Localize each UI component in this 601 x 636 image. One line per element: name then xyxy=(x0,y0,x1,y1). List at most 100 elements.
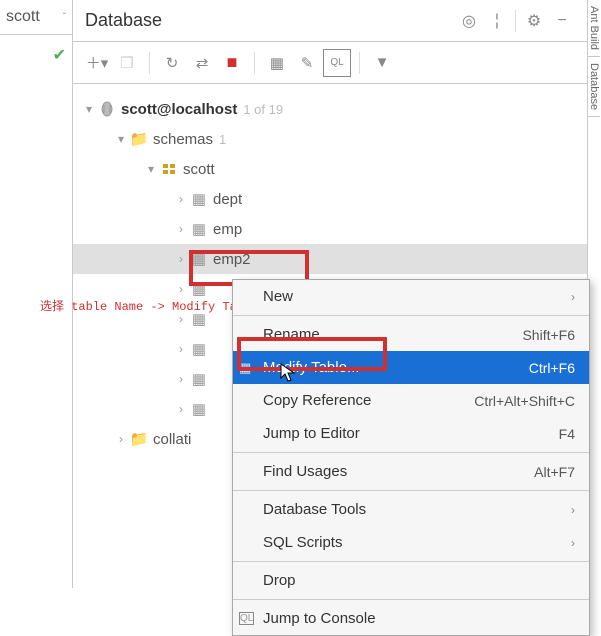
chevron-right-icon: › xyxy=(173,252,189,266)
collations-label: collati xyxy=(153,431,191,448)
chevron-right-icon: › xyxy=(113,432,129,446)
folder-icon: 📁 xyxy=(129,430,149,448)
schema-label: scott xyxy=(183,161,215,178)
copy-icon[interactable]: ❐ xyxy=(113,49,141,77)
menu-label: Drop xyxy=(263,572,296,589)
menu-shortcut: Shift+F6 xyxy=(522,327,575,343)
chevron-right-icon: › xyxy=(173,342,189,356)
datasource-label: scott@localhost xyxy=(121,101,237,118)
add-button[interactable]: ＋▾ xyxy=(83,49,111,77)
separator xyxy=(233,490,589,491)
menu-shortcut: Alt+F7 xyxy=(534,464,575,480)
separator xyxy=(233,561,589,562)
toolbar: ＋▾ ❐ ↻ ⇄ ■ ▦ ✎ QL ▼ xyxy=(73,42,588,84)
menu-rename[interactable]: Rename... Shift+F6 xyxy=(233,318,589,351)
chevron-right-icon: › xyxy=(173,312,189,326)
left-tab-scott[interactable]: scott ˇ xyxy=(0,0,72,35)
context-menu: New › Rename... Shift+F6 ▦ Modify Table.… xyxy=(232,279,590,636)
gear-icon[interactable]: ⚙ xyxy=(520,7,548,35)
submenu-arrow-icon: › xyxy=(571,503,575,517)
submenu-arrow-icon: › xyxy=(571,536,575,550)
panel-title: Database xyxy=(85,10,455,31)
table-icon: ▦ xyxy=(189,190,209,208)
menu-drop[interactable]: Drop xyxy=(233,564,589,597)
table-label: emp2 xyxy=(213,251,251,268)
menu-label: Rename... xyxy=(263,326,332,343)
chevron-down-icon: ˇ xyxy=(63,12,66,23)
annotation-text: 选择 table Name -> Modify Table xyxy=(40,297,258,314)
sql-icon[interactable]: QL xyxy=(323,49,351,77)
chevron-right-icon: › xyxy=(173,222,189,236)
chevron-right-icon: › xyxy=(173,282,189,296)
schema-icon xyxy=(159,161,179,177)
table-icon: ▦ xyxy=(239,360,251,376)
vtab-1[interactable]: Ant Build xyxy=(588,0,600,57)
separator xyxy=(233,599,589,600)
menu-shortcut: Ctrl+F6 xyxy=(529,360,575,376)
chevron-right-icon: › xyxy=(173,192,189,206)
menu-find-usages[interactable]: Find Usages Alt+F7 xyxy=(233,455,589,488)
menu-label: Copy Reference xyxy=(263,392,371,409)
split-icon[interactable]: ¦ xyxy=(483,7,511,35)
tree-schema-scott[interactable]: ▾ scott xyxy=(73,154,588,184)
menu-label: SQL Scripts xyxy=(263,534,342,551)
panel-header: Database ◎ ¦ ⚙ − xyxy=(73,0,588,42)
chevron-right-icon: › xyxy=(173,372,189,386)
status-check-icon: ✔ xyxy=(0,35,72,65)
separator xyxy=(254,52,255,74)
separator xyxy=(515,10,516,32)
chevron-down-icon: ▾ xyxy=(81,102,97,116)
chevron-down-icon: ▾ xyxy=(143,162,159,176)
console-icon: QL xyxy=(239,612,254,625)
separator xyxy=(149,52,150,74)
menu-label: Jump to Editor xyxy=(263,425,360,442)
tree-table-dept[interactable]: › ▦ dept xyxy=(73,184,588,214)
table-label: dept xyxy=(213,191,242,208)
tree-table-emp[interactable]: › ▦ emp xyxy=(73,214,588,244)
separator xyxy=(359,52,360,74)
menu-database-tools[interactable]: Database Tools › xyxy=(233,493,589,526)
table-icon: ▦ xyxy=(189,280,209,298)
menu-copy-reference[interactable]: Copy Reference Ctrl+Alt+Shift+C xyxy=(233,384,589,417)
chevron-down-icon: ▾ xyxy=(113,132,129,146)
left-tab-label: scott xyxy=(6,8,40,26)
minimize-icon[interactable]: − xyxy=(548,7,576,35)
data-view-icon[interactable]: ▦ xyxy=(263,49,291,77)
separator xyxy=(233,452,589,453)
sync-icon[interactable]: ⇄ xyxy=(188,49,216,77)
table-icon: ▦ xyxy=(189,370,209,388)
tree-schemas[interactable]: ▾ 📁 schemas 1 xyxy=(73,124,588,154)
menu-sql-scripts[interactable]: SQL Scripts › xyxy=(233,526,589,559)
tree-table-emp2[interactable]: › ▦ emp2 xyxy=(73,244,588,274)
edit-icon[interactable]: ✎ xyxy=(293,49,321,77)
separator xyxy=(233,315,589,316)
vtab-2[interactable]: Database xyxy=(588,57,600,117)
menu-label: Find Usages xyxy=(263,463,347,480)
chevron-right-icon: › xyxy=(173,402,189,416)
menu-jump-console[interactable]: QL Jump to Console xyxy=(233,602,589,635)
stop-icon[interactable]: ■ xyxy=(218,49,246,77)
tree-datasource[interactable]: ▾ scott@localhost 1 of 19 xyxy=(73,94,588,124)
table-icon: ▦ xyxy=(189,220,209,238)
datasource-count: 1 of 19 xyxy=(243,102,283,117)
table-label: emp xyxy=(213,221,242,238)
schemas-count: 1 xyxy=(219,132,226,147)
menu-label: Database Tools xyxy=(263,501,366,518)
refresh-icon[interactable]: ↻ xyxy=(158,49,186,77)
menu-shortcut: Ctrl+Alt+Shift+C xyxy=(474,393,575,409)
menu-label: New xyxy=(263,288,293,305)
table-icon: ▦ xyxy=(189,250,209,268)
menu-label: Jump to Console xyxy=(263,610,376,627)
submenu-arrow-icon: › xyxy=(571,290,575,304)
menu-modify-table[interactable]: ▦ Modify Table... Ctrl+F6 xyxy=(233,351,589,384)
menu-new[interactable]: New › xyxy=(233,280,589,313)
filter-icon[interactable]: ▼ xyxy=(368,49,396,77)
table-icon: ▦ xyxy=(189,400,209,418)
schemas-label: schemas xyxy=(153,131,213,148)
target-icon[interactable]: ◎ xyxy=(455,7,483,35)
database-icon xyxy=(97,101,117,117)
folder-icon: 📁 xyxy=(129,130,149,148)
menu-jump-editor[interactable]: Jump to Editor F4 xyxy=(233,417,589,450)
menu-label: Modify Table... xyxy=(263,359,359,376)
menu-shortcut: F4 xyxy=(559,426,575,442)
